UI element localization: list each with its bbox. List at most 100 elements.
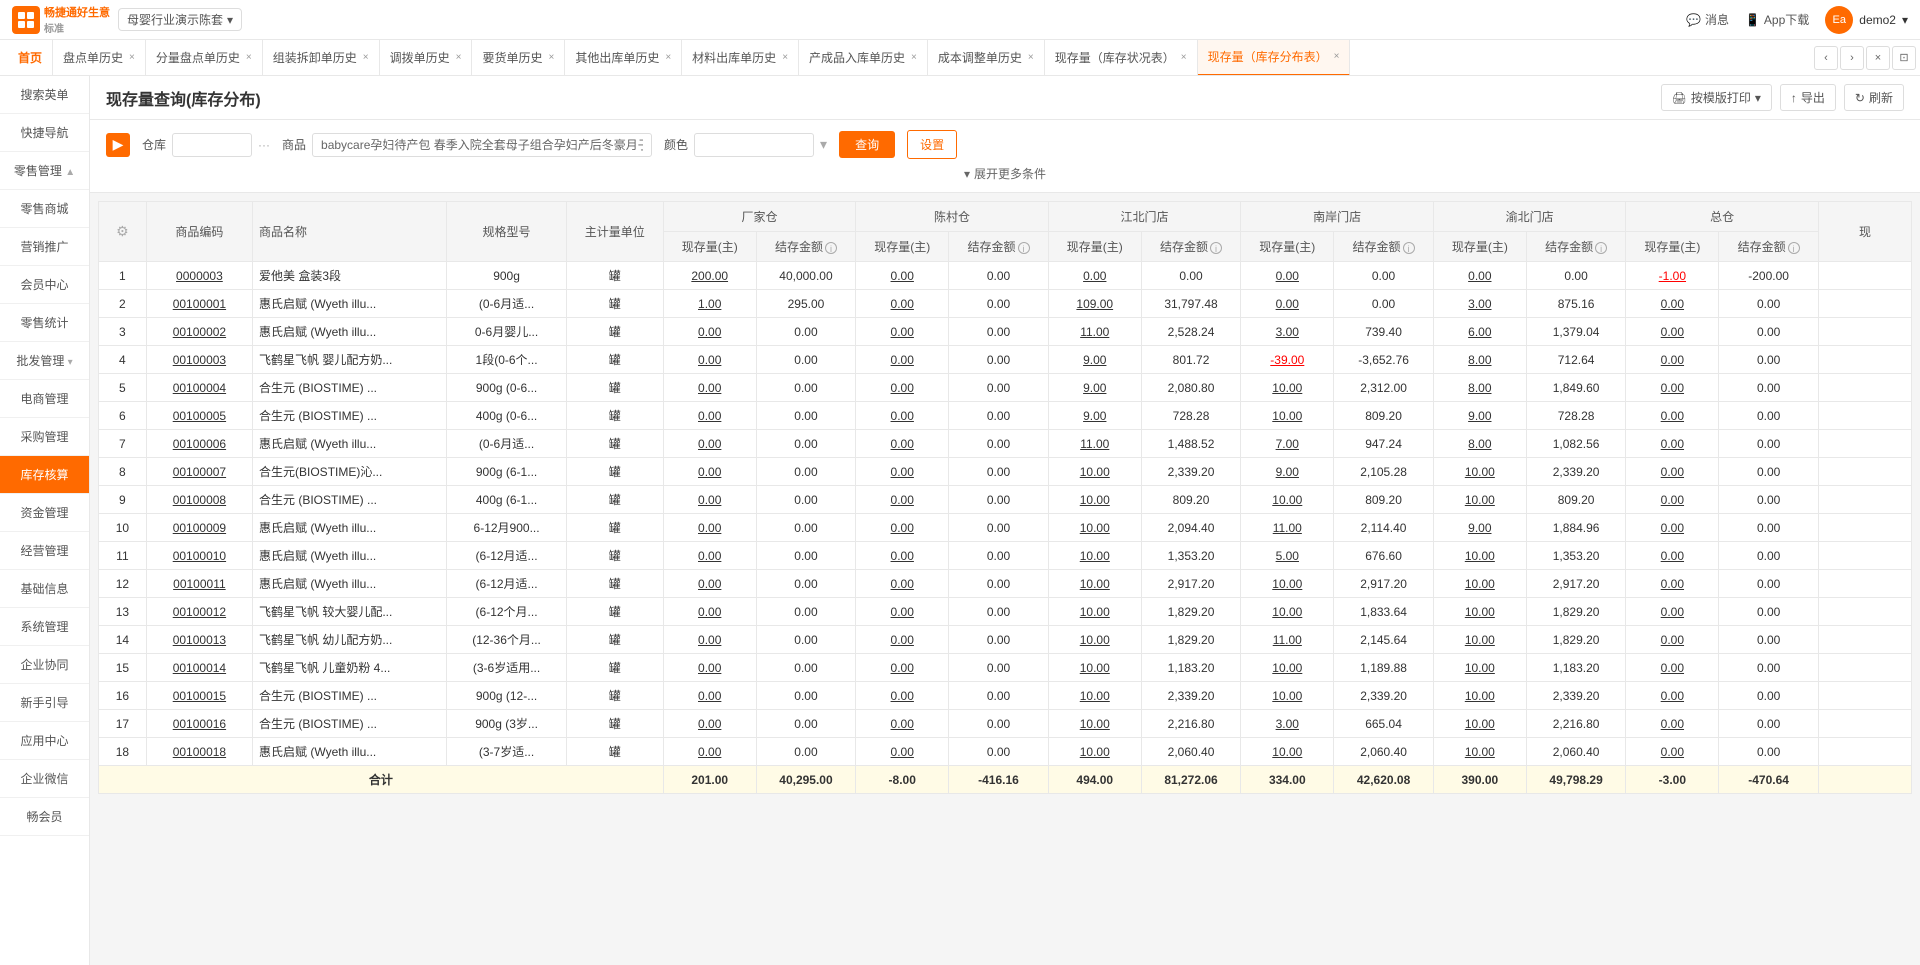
code-link[interactable]: 00100012 [173,605,226,619]
stock-link[interactable]: 3.00 [1276,717,1299,731]
app-download-button[interactable]: 📱 App下载 [1745,11,1809,28]
stock-link[interactable]: 0.00 [698,353,721,367]
stock-link[interactable]: 6.00 [1468,325,1491,339]
warehouse-dots[interactable]: ··· [258,138,270,152]
stock-link[interactable]: 0.00 [891,493,914,507]
stock-link[interactable]: 0.00 [698,493,721,507]
stock-link[interactable]: 10.00 [1080,493,1110,507]
code-link[interactable]: 00100018 [173,745,226,759]
stock-link[interactable]: 10.00 [1465,717,1495,731]
stock-link[interactable]: 10.00 [1080,745,1110,759]
stock-link[interactable]: 0.00 [891,521,914,535]
stock-link[interactable]: 11.00 [1273,521,1302,535]
stock-link[interactable]: 9.00 [1468,409,1491,423]
sidebar-item-operation[interactable]: 经营管理 [0,532,89,570]
tab-stock-single[interactable]: 盘点单历史 × [53,40,146,76]
info-icon[interactable]: i [825,242,837,254]
tab-close-button[interactable]: × [1866,46,1890,70]
sidebar-item-marketing[interactable]: 营销推广 [0,228,89,266]
stock-link[interactable]: 0.00 [698,633,721,647]
close-icon[interactable]: × [456,52,462,63]
stock-link[interactable]: -39.00 [1270,353,1304,367]
sidebar-item-guide[interactable]: 新手引导 [0,684,89,722]
stock-link[interactable]: 0.00 [1661,745,1684,759]
code-link[interactable]: 00100010 [173,549,226,563]
code-link[interactable]: 00100008 [173,493,226,507]
tab-cost-adjust[interactable]: 成本调整单历史 × [928,40,1045,76]
stock-link[interactable]: 0.00 [1083,269,1106,283]
stock-link[interactable]: 10.00 [1272,381,1302,395]
stock-link[interactable]: 10.00 [1080,689,1110,703]
stock-link[interactable]: 0.00 [1276,269,1299,283]
stock-link[interactable]: 0.00 [1661,325,1684,339]
stock-link[interactable]: 0.00 [698,689,721,703]
close-icon[interactable]: × [548,52,554,63]
color-input[interactable] [694,133,814,157]
warehouse-input[interactable] [172,133,252,157]
stock-link[interactable]: 5.00 [1276,549,1299,563]
stock-link[interactable]: 0.00 [1661,661,1684,675]
sidebar-item-ecommerce[interactable]: 电商管理 [0,380,89,418]
stock-link[interactable]: 1.00 [698,297,721,311]
stock-link[interactable]: 8.00 [1468,353,1491,367]
stock-link[interactable]: 0.00 [891,325,914,339]
stock-link[interactable]: 11.00 [1273,633,1302,647]
stock-link[interactable]: 10.00 [1272,745,1302,759]
goods-input[interactable] [312,133,652,157]
stock-link[interactable]: 7.00 [1276,437,1299,451]
stock-link[interactable]: 0.00 [891,633,914,647]
tab-transfer[interactable]: 调拨单历史 × [380,40,473,76]
stock-link[interactable]: 0.00 [1661,577,1684,591]
sidebar-item-finance[interactable]: 资金管理 [0,494,89,532]
stock-link[interactable]: 109.00 [1076,297,1113,311]
code-link[interactable]: 00100002 [173,325,226,339]
filter-expand-button[interactable]: ▶ [106,133,130,157]
code-link[interactable]: 00100001 [173,297,226,311]
close-icon[interactable]: × [363,52,369,63]
print-button[interactable]: 🖨 按模版打印 ▾ [1661,84,1772,111]
stock-link[interactable]: 0.00 [891,577,914,591]
stock-link[interactable]: 0.00 [698,521,721,535]
stock-link[interactable]: 0.00 [1661,689,1684,703]
stock-link[interactable]: 0.00 [1661,605,1684,619]
refresh-button[interactable]: ↻ 刷新 [1844,84,1904,111]
stock-link[interactable]: 0.00 [891,353,914,367]
stock-link[interactable]: 10.00 [1080,521,1110,535]
stock-link[interactable]: 10.00 [1465,633,1495,647]
tab-expand-button[interactable]: ⊡ [1892,46,1916,70]
stock-link[interactable]: 3.00 [1276,325,1299,339]
stock-link[interactable]: 0.00 [1661,465,1684,479]
stock-link[interactable]: 0.00 [698,745,721,759]
stock-link[interactable]: 11.00 [1080,325,1109,339]
tab-stock-point[interactable]: 分量盘点单历史 × [146,40,263,76]
stock-link[interactable]: 10.00 [1272,493,1302,507]
stock-link[interactable]: 10.00 [1465,661,1495,675]
sidebar-item-inventory[interactable]: 库存核算 [0,456,89,494]
info-icon[interactable]: i [1595,242,1607,254]
export-button[interactable]: ↑ 导出 [1780,84,1836,111]
code-link[interactable]: 00100004 [173,381,226,395]
tab-product-in[interactable]: 产成品入库单历史 × [799,40,928,76]
code-link[interactable]: 00100016 [173,717,226,731]
user-area[interactable]: Ea demo2 ▾ [1825,6,1908,34]
stock-link[interactable]: 0.00 [698,549,721,563]
stock-link[interactable]: 9.00 [1083,381,1106,395]
stock-link[interactable]: 11.00 [1080,437,1109,451]
tab-other-out[interactable]: 其他出库单历史 × [565,40,682,76]
stock-link[interactable]: 0.00 [698,661,721,675]
gear-icon[interactable]: ⚙ [116,223,129,239]
stock-link[interactable]: 10.00 [1465,745,1495,759]
stock-link[interactable]: 10.00 [1080,605,1110,619]
close-icon[interactable]: × [1181,52,1187,63]
stock-link[interactable]: 10.00 [1465,493,1495,507]
code-link[interactable]: 00100003 [173,353,226,367]
setting-button[interactable]: 设置 [907,130,957,159]
stock-link[interactable]: 9.00 [1276,465,1299,479]
code-link[interactable]: 00100011 [173,577,226,591]
tab-home[interactable]: 首页 [8,40,53,76]
stock-link[interactable]: 10.00 [1080,465,1110,479]
stock-link[interactable]: -1.00 [1659,269,1686,283]
info-icon[interactable]: i [1210,242,1222,254]
sidebar-item-member[interactable]: 会员中心 [0,266,89,304]
tab-prev-button[interactable]: ‹ [1814,46,1838,70]
